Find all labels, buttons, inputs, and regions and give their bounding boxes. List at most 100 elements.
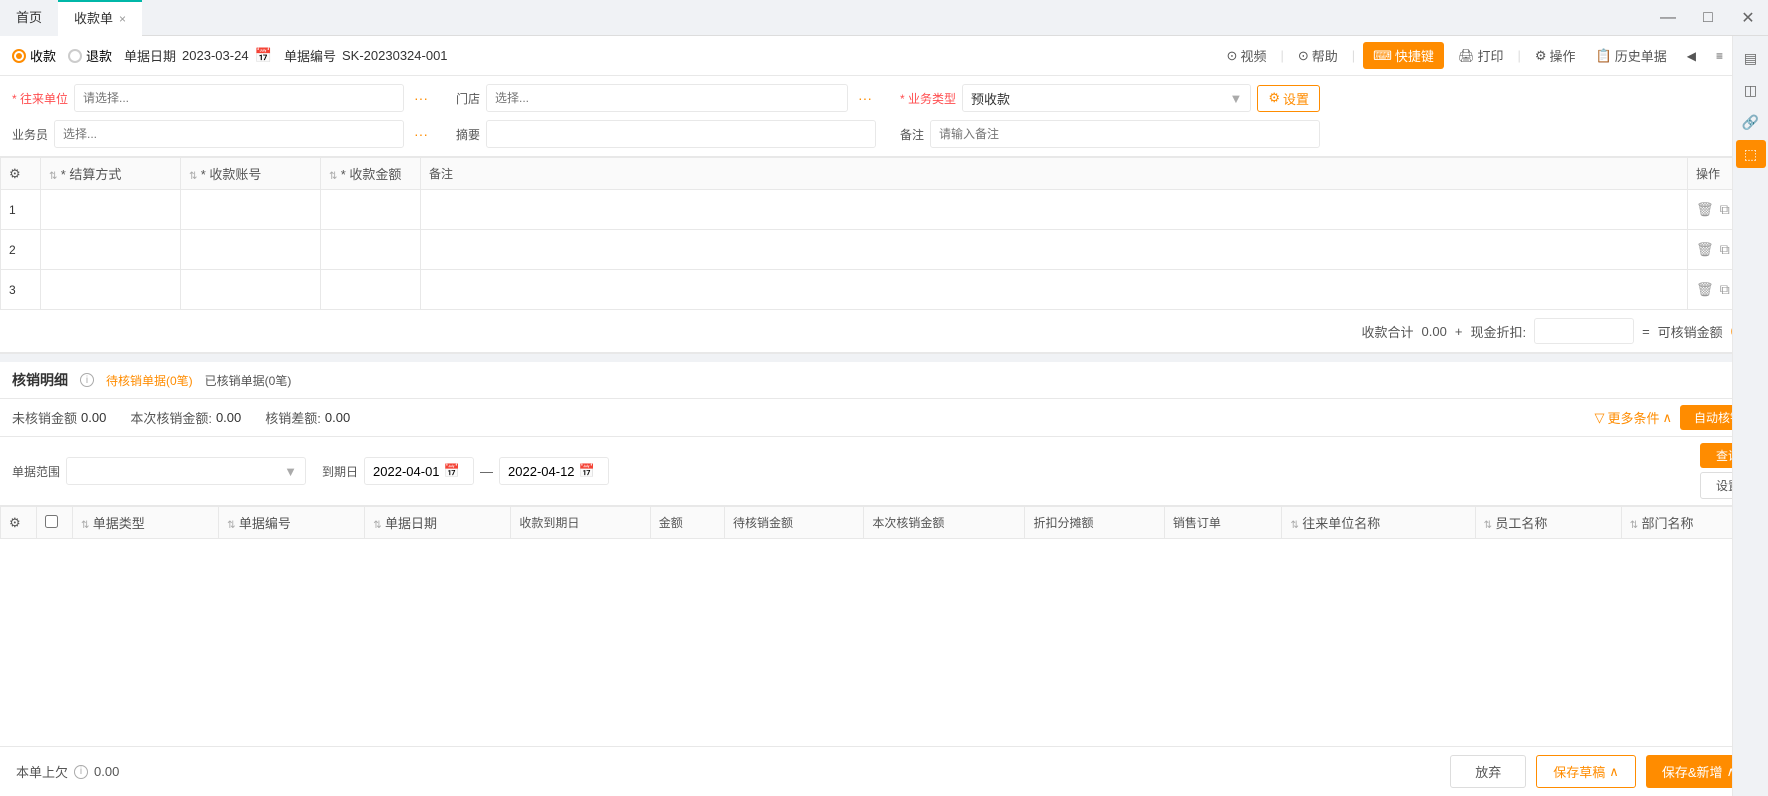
- store-input[interactable]: [486, 84, 848, 112]
- row-remark-3[interactable]: [421, 270, 1688, 310]
- row-no-2: 2: [1, 230, 41, 270]
- history-btn[interactable]: 📋 历史单据: [1590, 44, 1673, 67]
- nav-prev-btn[interactable]: ◀: [1681, 47, 1702, 65]
- bt-discount-th: 折扣分摊额: [1025, 507, 1164, 539]
- minimize-button[interactable]: —: [1648, 0, 1688, 36]
- table-settings-icon: ⚙: [9, 166, 21, 181]
- bt-counterparty-th: ⇅ 往来单位名称: [1282, 507, 1475, 539]
- bottom-table-wrap: ⚙ ⇅ 单据类型 ⇅ 单据编号: [0, 506, 1768, 746]
- bt-amount-th: 金额: [650, 507, 724, 539]
- tab-home[interactable]: 首页: [0, 0, 58, 36]
- store-label: 门店: [456, 90, 480, 107]
- counterparty-more-icon[interactable]: ···: [410, 90, 432, 106]
- bottom-value: 0.00: [94, 764, 119, 779]
- row-amount-3[interactable]: [321, 270, 421, 310]
- tab-close-icon[interactable]: ×: [119, 1, 126, 37]
- maximize-button[interactable]: □: [1688, 0, 1728, 36]
- discount-input[interactable]: [1534, 318, 1634, 344]
- net-label: 可核销金额: [1658, 322, 1723, 341]
- pending-tab[interactable]: 待核销单据(0笔): [106, 372, 193, 389]
- radio-shou[interactable]: 收款: [12, 46, 56, 65]
- recon-info-icon[interactable]: i: [80, 373, 94, 387]
- layout1-btn[interactable]: ≡: [1710, 47, 1729, 65]
- copy-icon-3[interactable]: ⧉: [1720, 281, 1730, 298]
- table-row: 3 🗑 ⧉: [1, 270, 1768, 310]
- row-account-1[interactable]: [181, 190, 321, 230]
- close-button[interactable]: ✕: [1728, 0, 1768, 36]
- date-from-field[interactable]: 2022-04-01 📅: [364, 457, 474, 485]
- radio-tui[interactable]: 退款: [68, 46, 112, 65]
- shortcut-btn[interactable]: ⌨ 快捷键: [1363, 42, 1444, 69]
- bottom-info-icon[interactable]: i: [74, 765, 88, 779]
- discard-btn[interactable]: 放弃: [1450, 755, 1526, 788]
- counterparty-input[interactable]: [74, 84, 404, 112]
- ops-btn[interactable]: ⚙ 操作: [1529, 44, 1582, 67]
- save-draft-btn[interactable]: 保存草稿 ∧: [1536, 755, 1636, 788]
- uncancelled-stat: 未核销金额 0.00: [12, 408, 106, 427]
- table-row: 1 🗑 ⧉: [1, 190, 1768, 230]
- range-select[interactable]: ▼: [66, 457, 306, 485]
- print-btn[interactable]: 🖨 打印: [1452, 44, 1510, 67]
- store-more-icon[interactable]: ···: [854, 90, 876, 106]
- date-to-field[interactable]: 2022-04-12 📅: [499, 457, 609, 485]
- help-btn[interactable]: ⊙ 帮助: [1292, 44, 1344, 67]
- row-remark-2[interactable]: [421, 230, 1688, 270]
- row-settlement-2[interactable]: [41, 230, 181, 270]
- right-sidebar: ▤ ◫ 🔗 ⬚: [1732, 36, 1768, 796]
- recon-title: 核销明细: [12, 370, 68, 390]
- video-btn[interactable]: ⊙ 视频: [1221, 44, 1273, 67]
- bt-check-all[interactable]: [45, 515, 58, 528]
- date-label: 单据日期: [124, 46, 176, 65]
- bt-sales-th: 销售订单: [1164, 507, 1282, 539]
- doc-value: SK-20230324-001: [342, 48, 448, 63]
- staff-more-icon[interactable]: ···: [410, 126, 432, 142]
- delete-icon-1[interactable]: 🗑: [1696, 201, 1714, 218]
- due-label: 到期日: [322, 463, 358, 480]
- more-filter-btn[interactable]: ▽ 更多条件 ∧: [1594, 408, 1672, 427]
- delete-icon-2[interactable]: 🗑: [1696, 241, 1714, 258]
- bottom-bar: 本单上欠 i 0.00 放弃 保存草稿 ∧ 保存&新增 ∧: [0, 746, 1768, 796]
- radio-shou-label: 收款: [30, 46, 56, 65]
- copy-icon-2[interactable]: ⧉: [1720, 241, 1730, 258]
- calendar-icon[interactable]: 📅: [255, 47, 272, 64]
- biz-type-select[interactable]: 预收款 ▼: [962, 84, 1251, 112]
- copy-icon-1[interactable]: ⧉: [1720, 201, 1730, 218]
- done-tab[interactable]: 已核销单据(0笔): [205, 372, 292, 389]
- bt-settings-icon: ⚙: [9, 515, 21, 530]
- staff-input[interactable]: [54, 120, 404, 148]
- row-account-3[interactable]: [181, 270, 321, 310]
- bt-current-th: 本次核销金额: [864, 507, 1025, 539]
- staff-label: 业务员: [12, 126, 48, 143]
- sidebar-icon-1[interactable]: ▤: [1736, 44, 1766, 72]
- date-value: 2023-03-24: [182, 48, 249, 63]
- bt-settings-th[interactable]: ⚙: [1, 507, 37, 539]
- range-filter: 单据范围 ▼: [12, 457, 306, 485]
- row-settlement-1[interactable]: [41, 190, 181, 230]
- biz-type-chevron-icon: ▼: [1229, 91, 1242, 106]
- current-stat: 本次核销金额: 0.00: [130, 408, 241, 427]
- row-settlement-3[interactable]: [41, 270, 181, 310]
- row-amount-1[interactable]: [321, 190, 421, 230]
- help-icon: ⊙: [1298, 48, 1309, 64]
- th-settlement: ⇅ * 结算方式: [41, 158, 181, 190]
- due-filter: 到期日 2022-04-01 📅 — 2022-04-12 📅: [322, 457, 609, 485]
- sidebar-icon-3[interactable]: 🔗: [1736, 108, 1766, 136]
- ops-icon: ⚙: [1535, 48, 1547, 64]
- row-remark-1[interactable]: [421, 190, 1688, 230]
- bt-doc-type-th: ⇅ 单据类型: [73, 507, 219, 539]
- row-amount-2[interactable]: [321, 230, 421, 270]
- counterparty-label: * 往来单位: [12, 90, 68, 107]
- discount-label: 现金折扣:: [1470, 322, 1526, 341]
- filter-chevron-icon: ∧: [1662, 410, 1672, 426]
- remark-input[interactable]: [930, 120, 1320, 148]
- tab-active[interactable]: 收款单 ×: [58, 0, 142, 36]
- bt-check-th[interactable]: [37, 507, 73, 539]
- summary-input[interactable]: [486, 120, 876, 148]
- sidebar-icon-2[interactable]: ◫: [1736, 76, 1766, 104]
- row-account-2[interactable]: [181, 230, 321, 270]
- biz-settings-btn[interactable]: ⚙ 设置: [1257, 85, 1320, 112]
- table-settings-th[interactable]: ⚙: [1, 158, 41, 190]
- sidebar-icon-4[interactable]: ⬚: [1736, 140, 1766, 168]
- th-remark: 备注: [421, 158, 1688, 190]
- delete-icon-3[interactable]: 🗑: [1696, 281, 1714, 298]
